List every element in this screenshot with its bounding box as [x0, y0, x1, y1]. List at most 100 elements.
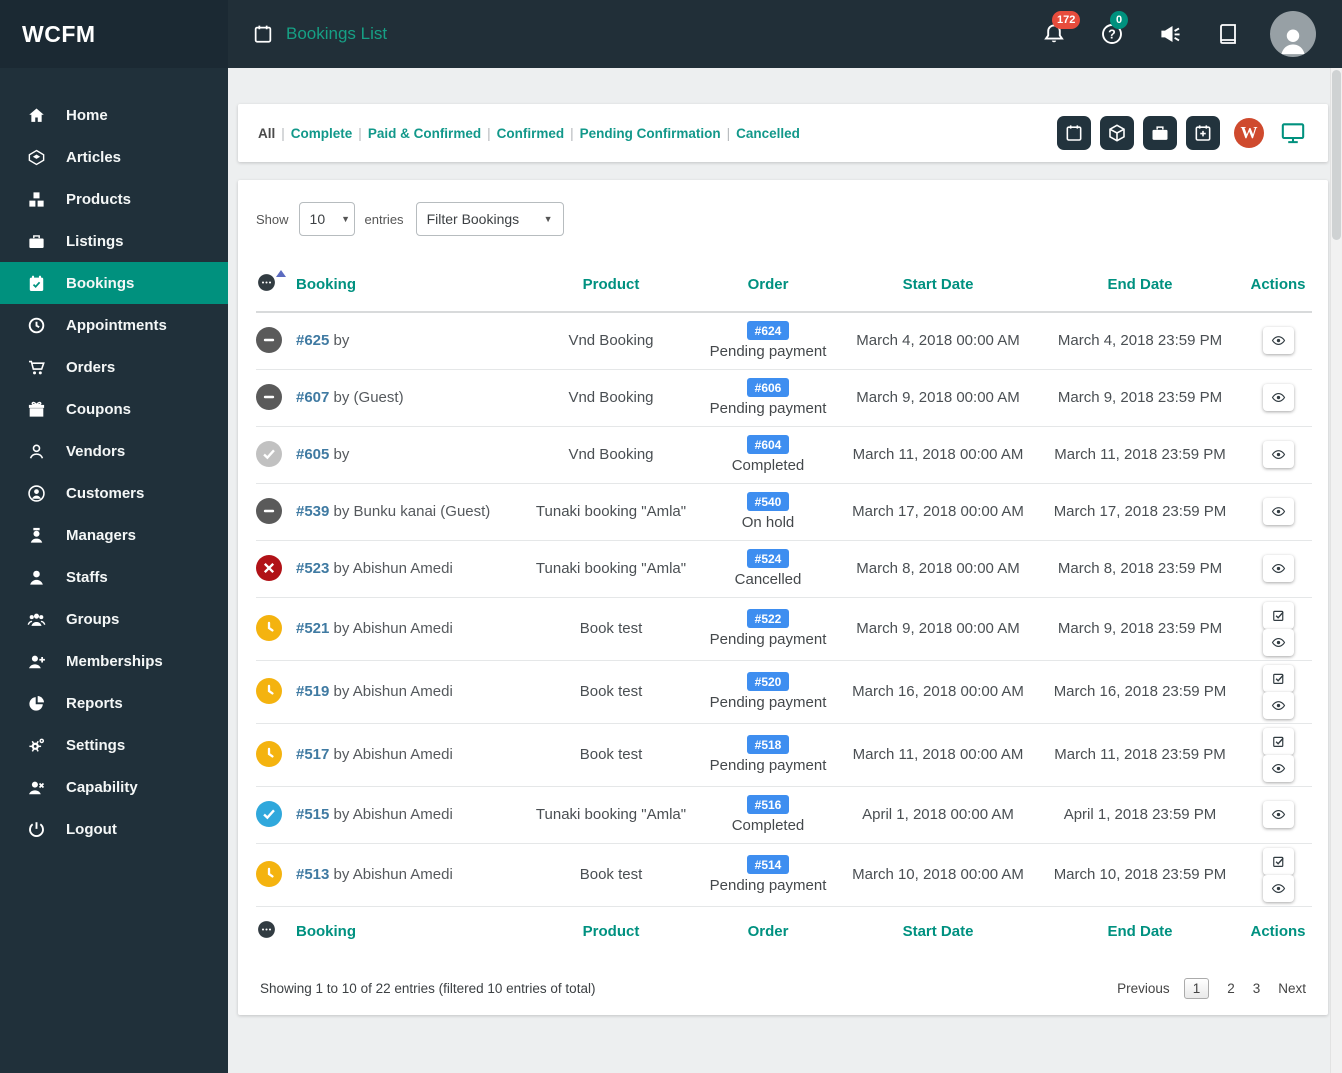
- order-id-badge[interactable]: #522: [746, 609, 790, 628]
- filter-link-complete[interactable]: Complete: [291, 126, 353, 141]
- filter-link-confirmed[interactable]: Confirmed: [497, 126, 565, 141]
- column-header-order[interactable]: Order: [696, 260, 840, 313]
- sidebar-item-settings[interactable]: Settings: [0, 724, 228, 766]
- column-header-booking[interactable]: Booking: [296, 260, 526, 313]
- sidebar-item-capability[interactable]: Capability: [0, 766, 228, 808]
- sort-ascending-icon: [276, 270, 286, 277]
- order-id-badge[interactable]: #514: [746, 855, 790, 874]
- order-id-badge[interactable]: #518: [746, 735, 790, 754]
- column-header-product[interactable]: Product: [526, 260, 696, 313]
- sidebar-item-orders[interactable]: Orders: [0, 346, 228, 388]
- booking-id-link[interactable]: #539: [296, 503, 329, 520]
- order-id-badge[interactable]: #604: [746, 435, 790, 454]
- sidebar-item-staffs[interactable]: Staffs: [0, 556, 228, 598]
- scrollbar-thumb[interactable]: [1332, 70, 1341, 240]
- confirm-booking-button[interactable]: [1262, 664, 1294, 692]
- knowledgebase-book-icon[interactable]: [1216, 22, 1240, 46]
- order-id-badge[interactable]: #524: [746, 549, 790, 568]
- actions-cell: [1244, 483, 1312, 541]
- confirm-booking-button[interactable]: [1262, 727, 1294, 755]
- sidebar-item-articles[interactable]: Articles: [0, 136, 228, 178]
- filter-bookings-select[interactable]: Filter Bookings ▼: [415, 202, 564, 236]
- filter-link-cancelled[interactable]: Cancelled: [736, 126, 800, 141]
- view-booking-button[interactable]: [1262, 754, 1294, 782]
- order-id-badge[interactable]: #540: [746, 492, 790, 511]
- pagination-next[interactable]: Next: [1278, 981, 1306, 996]
- pagination-page-1[interactable]: 1: [1183, 977, 1210, 999]
- booking-id-link[interactable]: #519: [296, 683, 329, 700]
- view-booking-button[interactable]: [1262, 691, 1294, 719]
- order-id-badge[interactable]: #520: [746, 672, 790, 691]
- page-scrollbar[interactable]: [1330, 68, 1342, 1073]
- column-header-start-date[interactable]: Start Date: [840, 260, 1036, 313]
- order-id-badge[interactable]: #606: [746, 378, 790, 397]
- bookable-listings-button[interactable]: [1143, 116, 1177, 150]
- view-booking-button[interactable]: [1262, 801, 1294, 828]
- sidebar-item-vendors[interactable]: Vendors: [0, 430, 228, 472]
- sidebar-item-appointments[interactable]: Appointments: [0, 304, 228, 346]
- filter-link-paid-confirmed[interactable]: Paid & Confirmed: [368, 126, 481, 141]
- app-logo[interactable]: WCFM: [0, 0, 228, 68]
- help-icon[interactable]: ? 0: [1100, 11, 1128, 46]
- column-header-end-date[interactable]: End Date: [1036, 260, 1244, 313]
- storefront-screen-icon[interactable]: [1278, 120, 1308, 146]
- sidebar-item-home[interactable]: Home: [0, 94, 228, 136]
- sidebar-item-label: Customers: [66, 484, 145, 502]
- sidebar-item-coupons[interactable]: Coupons: [0, 388, 228, 430]
- confirm-booking-button[interactable]: [1262, 601, 1294, 629]
- filter-link-all[interactable]: All: [258, 126, 275, 141]
- sidebar-item-listings[interactable]: Listings: [0, 220, 228, 262]
- booking-id-link[interactable]: #625: [296, 332, 329, 349]
- booking-id-link[interactable]: #513: [296, 866, 329, 883]
- order-id-badge[interactable]: #624: [746, 321, 790, 341]
- sidebar-item-bookings[interactable]: Bookings: [0, 262, 228, 304]
- sidebar-item-managers[interactable]: Managers: [0, 514, 228, 556]
- view-booking-button[interactable]: [1262, 628, 1294, 656]
- view-booking-button[interactable]: [1262, 327, 1294, 355]
- confirm-booking-button[interactable]: [1262, 847, 1294, 875]
- sidebar-item-reports[interactable]: Reports: [0, 682, 228, 724]
- booking-id-link[interactable]: #605: [296, 446, 329, 463]
- end-date-cell: March 11, 2018 23:59 PM: [1036, 723, 1244, 787]
- booking-status-filter-bar: All | Complete | Paid & Confirmed | Confirmed |…: [238, 104, 1328, 162]
- create-booking-button[interactable]: [1186, 116, 1220, 150]
- sidebar-item-groups[interactable]: Groups: [0, 598, 228, 640]
- announcement-megaphone-icon[interactable]: [1158, 22, 1182, 46]
- booking-id-link[interactable]: #515: [296, 806, 329, 823]
- resources-button[interactable]: [1100, 116, 1134, 150]
- view-booking-button[interactable]: [1262, 441, 1294, 468]
- order-id-badge[interactable]: #516: [746, 795, 790, 814]
- booking-cell: #521 by Abishun Amedi: [296, 597, 526, 661]
- column-header-end-date[interactable]: End Date: [1036, 906, 1244, 958]
- booking-id-link[interactable]: #607: [296, 389, 329, 406]
- pagination-page-3[interactable]: 3: [1253, 981, 1261, 996]
- column-header-start-date[interactable]: Start Date: [840, 906, 1036, 958]
- column-header-product[interactable]: Product: [526, 906, 696, 958]
- filter-link-pending-confirmation[interactable]: Pending Confirmation: [580, 126, 721, 141]
- booking-id-link[interactable]: #523: [296, 560, 329, 577]
- column-header-actions[interactable]: Actions: [1244, 260, 1312, 313]
- booking-id-link[interactable]: #517: [296, 746, 329, 763]
- booking-id-link[interactable]: #521: [296, 620, 329, 637]
- view-booking-button[interactable]: [1262, 874, 1294, 902]
- pagination-page-2[interactable]: 2: [1227, 981, 1235, 996]
- user-avatar[interactable]: [1270, 11, 1316, 57]
- view-booking-button[interactable]: [1262, 555, 1294, 582]
- column-header-booking[interactable]: Booking: [296, 906, 526, 958]
- bulk-status-icon[interactable]: [256, 260, 296, 313]
- sidebar-item-products[interactable]: Products: [0, 178, 228, 220]
- view-booking-button[interactable]: [1262, 384, 1294, 411]
- column-header-order[interactable]: Order: [696, 906, 840, 958]
- wordpress-icon[interactable]: W: [1234, 118, 1264, 148]
- page-size-select[interactable]: 10 ▼: [298, 202, 355, 236]
- sidebar-item-memberships[interactable]: Memberships: [0, 640, 228, 682]
- sidebar-item-label: Capability: [66, 778, 138, 796]
- bulk-status-icon[interactable]: [256, 906, 296, 958]
- sidebar-item-logout[interactable]: Logout: [0, 808, 228, 850]
- pagination-previous[interactable]: Previous: [1117, 981, 1170, 996]
- notifications-bell-icon[interactable]: 172: [1042, 11, 1081, 46]
- column-header-actions[interactable]: Actions: [1244, 906, 1312, 958]
- bookings-calendar-button[interactable]: [1057, 116, 1091, 150]
- view-booking-button[interactable]: [1262, 498, 1294, 525]
- sidebar-item-customers[interactable]: Customers: [0, 472, 228, 514]
